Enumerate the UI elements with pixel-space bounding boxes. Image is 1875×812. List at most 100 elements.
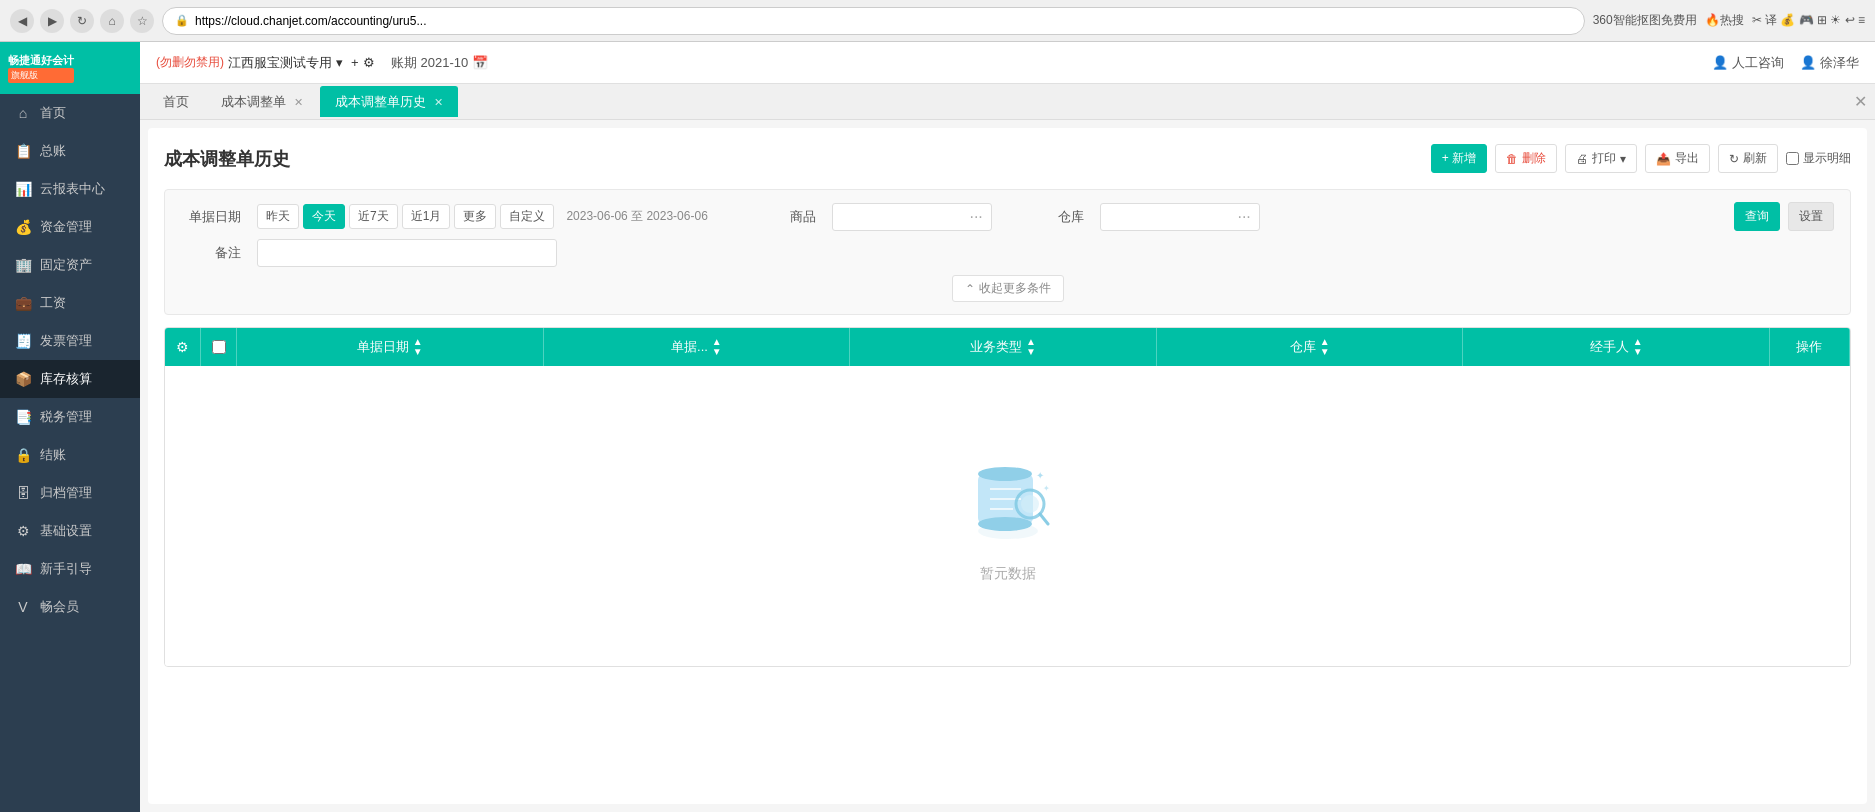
sidebar-item-home[interactable]: ⌂ 首页 [0, 94, 140, 132]
delete-label: 删除 [1522, 150, 1546, 167]
search-button[interactable]: 查询 [1734, 202, 1780, 231]
sidebar-item-payroll[interactable]: 💼 工资 [0, 284, 140, 322]
browser-chrome: ◀ ▶ ↻ ⌂ ☆ 🔒 https://cloud.chanjet.com/ac… [0, 0, 1875, 42]
period-value: 2021-10 [421, 55, 469, 70]
select-all-checkbox[interactable] [212, 340, 226, 354]
show-columns-input[interactable] [1786, 152, 1799, 165]
star-button[interactable]: ☆ [130, 9, 154, 33]
sidebar-nav: ⌂ 首页 📋 总账 📊 云报表中心 💰 资金管理 🏢 固定资产 💼 工资 [0, 94, 140, 812]
collapse-label: 收起更多条件 [979, 280, 1051, 297]
ledger-icon: 📋 [14, 143, 32, 159]
export-button[interactable]: 📤 导出 [1645, 144, 1710, 173]
empty-state: ✦ ✦ 暂元数据 [938, 389, 1078, 643]
tab-home[interactable]: 首页 [148, 86, 204, 117]
show-columns-checkbox[interactable]: 显示明细 [1786, 150, 1851, 167]
th-checkbox[interactable] [201, 328, 237, 366]
delete-button[interactable]: 🗑 删除 [1495, 144, 1557, 173]
sidebar-item-settings[interactable]: ⚙ 基础设置 [0, 512, 140, 550]
th-date[interactable]: 单据日期 ▲▼ [237, 328, 544, 366]
sidebar-item-ledger[interactable]: 📋 总账 [0, 132, 140, 170]
sidebar-item-guide[interactable]: 📖 新手引导 [0, 550, 140, 588]
top-bar: (勿删勿禁用) 江西服宝测试专用 ▾ + ⚙ 账期 2021-10 📅 👤 人工… [140, 42, 1875, 84]
table-header: ⚙ 单据日期 ▲▼ 单据... ▲▼ 业务类型 ▲▼ [165, 328, 1850, 366]
refresh-button[interactable]: ↻ 刷新 [1718, 144, 1778, 173]
sidebar-label-payroll: 工资 [40, 294, 66, 312]
service-button[interactable]: 👤 人工咨询 [1712, 54, 1784, 72]
sidebar-item-archive[interactable]: 🗄 归档管理 [0, 474, 140, 512]
sidebar-item-close[interactable]: 🔒 结账 [0, 436, 140, 474]
date-btn-yesterday[interactable]: 昨天 [257, 204, 299, 229]
company-settings-icon[interactable]: ⚙ [363, 55, 375, 70]
back-button[interactable]: ◀ [10, 9, 34, 33]
sidebar-logo: 畅捷通好会计 旗舰版 [0, 42, 140, 94]
inventory-icon: 📦 [14, 371, 32, 387]
sidebar-item-fixed-assets[interactable]: 🏢 固定资产 [0, 246, 140, 284]
th-settings[interactable]: ⚙ [165, 328, 201, 366]
warehouse-select[interactable]: ··· [1100, 203, 1260, 231]
sidebar: 畅捷通好会计 旗舰版 ⌂ 首页 📋 总账 📊 云报表中心 💰 资金管理 � [0, 42, 140, 812]
export-icon: 📤 [1656, 152, 1671, 166]
sidebar-label-vip: 畅会员 [40, 598, 79, 616]
tab-close-all[interactable]: ✕ [1854, 92, 1867, 111]
goods-select[interactable]: ··· [832, 203, 992, 231]
th-warehouse[interactable]: 仓库 ▲▼ [1157, 328, 1464, 366]
company-dropdown-icon: ▾ [336, 55, 343, 70]
th-operator[interactable]: 经手人 ▲▼ [1463, 328, 1770, 366]
top-bar-left: (勿删勿禁用) 江西服宝测试专用 ▾ + ⚙ 账期 2021-10 📅 [156, 54, 488, 72]
goods-filter-label: 商品 [756, 208, 816, 226]
date-filter-label: 单据日期 [181, 208, 241, 226]
calendar-icon[interactable]: 📅 [472, 55, 488, 70]
url-text: https://cloud.chanjet.com/accounting/uru… [195, 14, 426, 28]
empty-illustration: ✦ ✦ [958, 449, 1058, 549]
tab-cost-adjust-close[interactable]: ✕ [294, 96, 303, 109]
fixed-assets-icon: 🏢 [14, 257, 32, 273]
filter-date-buttons: 昨天 今天 近7天 近1月 更多 自定义 2023-06-06 至 2023-0… [257, 204, 708, 229]
user-profile[interactable]: 👤 徐泽华 [1800, 54, 1859, 72]
svg-point-8 [1021, 495, 1039, 513]
tab-cost-adjust[interactable]: 成本调整单 ✕ [206, 86, 318, 117]
date-btn-1month[interactable]: 近1月 [402, 204, 451, 229]
new-button[interactable]: + 新增 [1431, 144, 1487, 173]
tab-cost-history[interactable]: 成本调整单历史 ✕ [320, 86, 458, 117]
th-number[interactable]: 单据... ▲▼ [544, 328, 851, 366]
date-range-display: 2023-06-06 至 2023-06-06 [566, 208, 707, 225]
sidebar-item-tax[interactable]: 📑 税务管理 [0, 398, 140, 436]
sidebar-item-inventory[interactable]: 📦 库存核算 [0, 360, 140, 398]
delete-icon: 🗑 [1506, 152, 1518, 166]
company-selector[interactable]: (勿删勿禁用) 江西服宝测试专用 ▾ + ⚙ [156, 54, 375, 72]
filter-row-date: 单据日期 昨天 今天 近7天 近1月 更多 自定义 2023-06-06 至 2… [181, 202, 1834, 231]
collapse-filter-button[interactable]: ⌃ 收起更多条件 [952, 275, 1064, 302]
sidebar-item-funds[interactable]: 💰 资金管理 [0, 208, 140, 246]
address-bar[interactable]: 🔒 https://cloud.chanjet.com/accounting/u… [162, 7, 1585, 35]
date-btn-custom[interactable]: 自定义 [500, 204, 554, 229]
logo-badge: 旗舰版 [8, 68, 74, 83]
refresh-button[interactable]: ↻ [70, 9, 94, 33]
svg-text:✦: ✦ [1036, 470, 1044, 481]
home-icon: ⌂ [14, 105, 32, 121]
home-button[interactable]: ⌂ [100, 9, 124, 33]
page-content: 成本调整单历史 + 新增 🗑 删除 🖨 打印 ▾ 📤 导出 [148, 128, 1867, 804]
tab-bar: 首页 成本调整单 ✕ 成本调整单历史 ✕ ✕ [140, 84, 1875, 120]
note-input[interactable] [257, 239, 557, 267]
date-btn-more[interactable]: 更多 [454, 204, 496, 229]
sidebar-item-vip[interactable]: V 畅会员 [0, 588, 140, 626]
th-operator-label: 经手人 [1590, 338, 1629, 356]
sidebar-label-fixed-assets: 固定资产 [40, 256, 92, 274]
date-btn-7days[interactable]: 近7天 [349, 204, 398, 229]
th-type[interactable]: 业务类型 ▲▼ [850, 328, 1157, 366]
print-button[interactable]: 🖨 打印 ▾ [1565, 144, 1637, 173]
date-btn-today[interactable]: 今天 [303, 204, 345, 229]
sidebar-item-invoices[interactable]: 🧾 发票管理 [0, 322, 140, 360]
tax-icon: 📑 [14, 409, 32, 425]
add-company-icon[interactable]: + [351, 55, 359, 70]
page-header: 成本调整单历史 + 新增 🗑 删除 🖨 打印 ▾ 📤 导出 [164, 144, 1851, 173]
settings-filter-button[interactable]: 设置 [1788, 202, 1834, 231]
browser-tools: 360智能抠图免费用 🔥热搜 ✂ 译 💰 🎮 ⊞ ☀ ↩ ≡ [1593, 12, 1865, 29]
sidebar-item-reports[interactable]: 📊 云报表中心 [0, 170, 140, 208]
service-label: 人工咨询 [1732, 54, 1784, 72]
period-info: 账期 2021-10 📅 [391, 54, 489, 72]
forward-button[interactable]: ▶ [40, 9, 64, 33]
tab-cost-history-close[interactable]: ✕ [434, 96, 443, 109]
service-icon: 👤 [1712, 55, 1728, 70]
sidebar-label-guide: 新手引导 [40, 560, 92, 578]
